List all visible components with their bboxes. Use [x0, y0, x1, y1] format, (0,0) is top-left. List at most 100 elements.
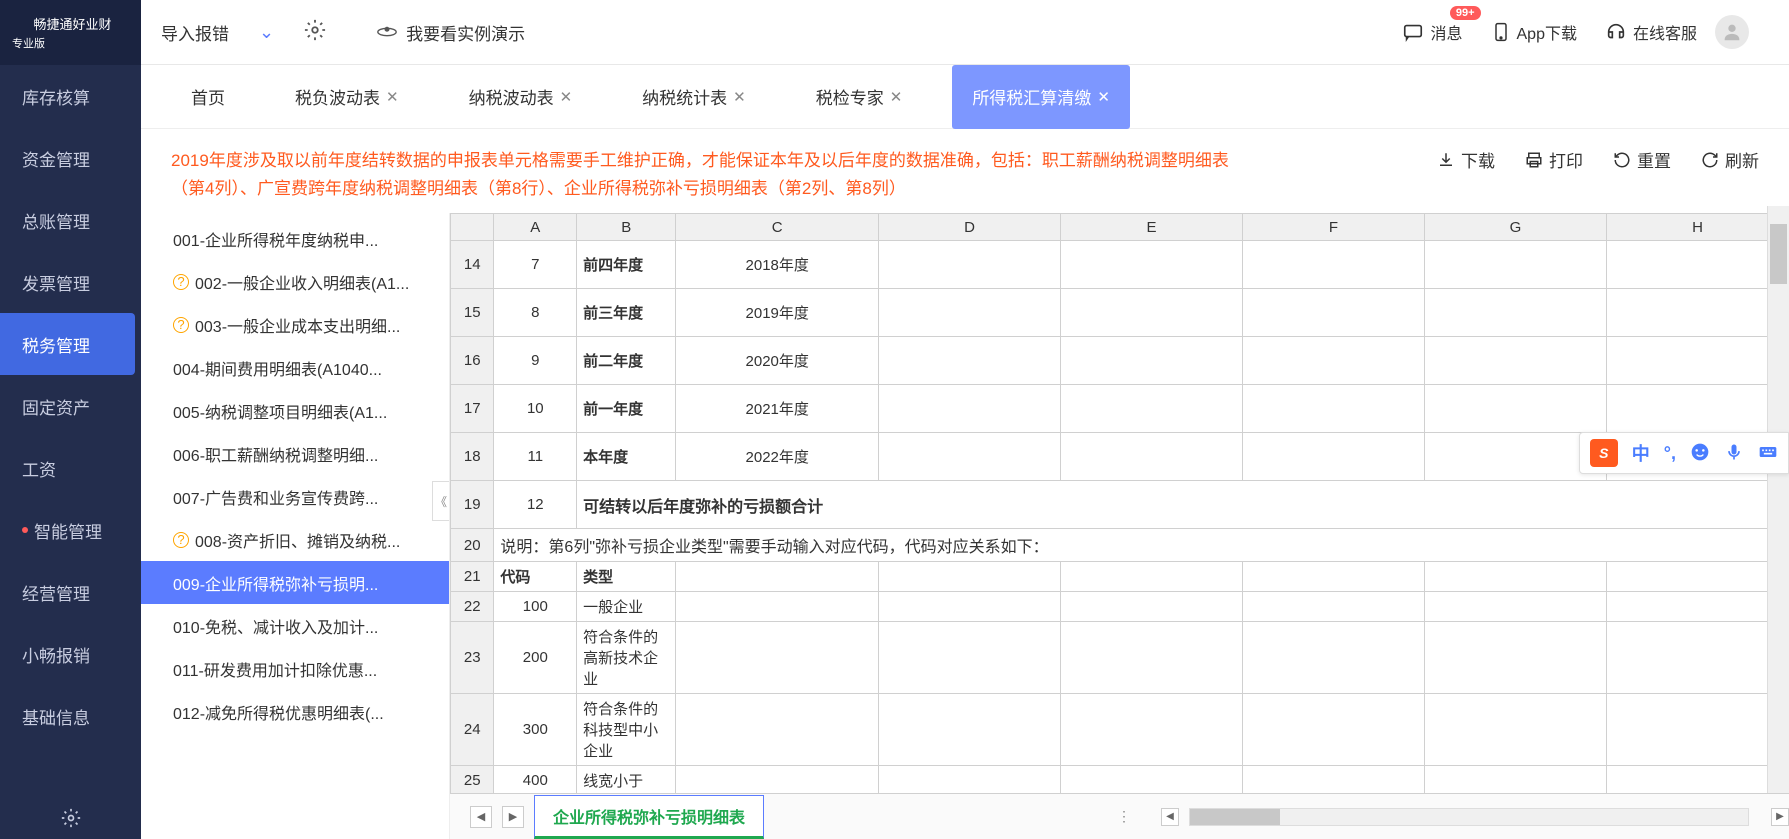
hscroll-left[interactable]: ◀ — [1161, 808, 1179, 826]
grid-cell[interactable]: 9 — [494, 337, 577, 385]
print-button[interactable]: 打印 — [1525, 147, 1583, 172]
grid-cell[interactable] — [1243, 337, 1425, 385]
hscroll-right[interactable]: ▶ — [1771, 808, 1789, 826]
report-item-2[interactable]: ?003-一般企业成本支出明细... — [141, 303, 449, 346]
grid-cell[interactable] — [879, 622, 1061, 694]
close-icon[interactable]: ✕ — [890, 88, 903, 106]
grid-cell[interactable]: 前三年度 — [577, 289, 676, 337]
ime-lang[interactable]: 中 — [1632, 440, 1650, 466]
close-icon[interactable]: ✕ — [560, 88, 573, 106]
grid-cell[interactable] — [1061, 766, 1243, 794]
report-item-6[interactable]: 007-广告费和业务宣传费跨... — [141, 475, 449, 518]
tab-4[interactable]: 税检专家✕ — [796, 75, 923, 119]
report-item-9[interactable]: 010-免税、减计收入及加计... — [141, 604, 449, 647]
download-button[interactable]: 下载 — [1437, 147, 1495, 172]
row-header[interactable]: 18 — [451, 433, 494, 481]
row-header[interactable]: 17 — [451, 385, 494, 433]
grid-cell[interactable] — [676, 694, 879, 766]
close-icon[interactable]: ✕ — [386, 88, 399, 106]
sidebar-item-5[interactable]: 固定资产 — [0, 375, 141, 437]
grid-cell[interactable]: 200 — [494, 622, 577, 694]
grid-cell[interactable] — [1061, 622, 1243, 694]
grid-cell[interactable] — [1243, 562, 1425, 592]
sheet-menu-icon[interactable]: ⋮ — [1117, 808, 1131, 825]
grid-cell[interactable] — [1606, 241, 1788, 289]
grid-cell[interactable]: 2022年度 — [676, 433, 879, 481]
grid-cell[interactable]: 符合条件的高新技术企业 — [577, 622, 676, 694]
grid-cell[interactable]: 2018年度 — [676, 241, 879, 289]
messages-button[interactable]: 消息 99+ — [1402, 20, 1462, 44]
grid-cell[interactable]: 8 — [494, 289, 577, 337]
row-header[interactable]: 22 — [451, 592, 494, 622]
grid-cell[interactable] — [879, 562, 1061, 592]
sidebar-item-0[interactable]: 库存核算 — [0, 65, 141, 127]
close-icon[interactable]: ✕ — [1097, 88, 1110, 106]
grid-cell[interactable] — [1606, 592, 1788, 622]
grid-cell[interactable] — [1606, 694, 1788, 766]
grid-cell[interactable] — [1061, 241, 1243, 289]
grid-cell[interactable] — [1061, 694, 1243, 766]
col-header-H[interactable]: H — [1606, 214, 1788, 241]
sidebar-item-8[interactable]: 经营管理 — [0, 561, 141, 623]
col-header-D[interactable]: D — [879, 214, 1061, 241]
hscroll-track[interactable] — [1189, 808, 1749, 826]
collapse-handle[interactable]: 《 — [432, 481, 450, 521]
col-header-G[interactable]: G — [1425, 214, 1607, 241]
col-header-B[interactable]: B — [577, 214, 676, 241]
grid-cell[interactable]: 11 — [494, 433, 577, 481]
grid-cell[interactable] — [1061, 592, 1243, 622]
report-item-4[interactable]: 005-纳税调整项目明细表(A1... — [141, 389, 449, 432]
grid-cell[interactable]: 线宽小于 — [577, 766, 676, 794]
import-label[interactable]: 导入报错 — [161, 20, 229, 45]
grid-cell[interactable]: 前二年度 — [577, 337, 676, 385]
report-item-3[interactable]: 004-期间费用明细表(A1040... — [141, 346, 449, 389]
grid-cell[interactable] — [1425, 562, 1607, 592]
tab-1[interactable]: 税负波动表✕ — [275, 75, 419, 119]
grid-cell[interactable]: 一般企业 — [577, 592, 676, 622]
grid-cell[interactable] — [1061, 433, 1243, 481]
grid-cell[interactable]: 300 — [494, 694, 577, 766]
grid-cell[interactable] — [1243, 433, 1425, 481]
reset-button[interactable]: 重置 — [1613, 147, 1671, 172]
grid-cell[interactable] — [676, 562, 879, 592]
col-header-A[interactable]: A — [494, 214, 577, 241]
ime-toolbar[interactable]: S 中 °, — [1579, 432, 1789, 474]
grid-cell[interactable] — [1243, 592, 1425, 622]
hscroll-thumb[interactable] — [1190, 809, 1280, 825]
grid-cell[interactable] — [1606, 766, 1788, 794]
grid-cell[interactable]: 符合条件的科技型中小企业 — [577, 694, 676, 766]
grid-corner[interactable] — [451, 214, 494, 241]
support-button[interactable]: 在线客服 — [1605, 20, 1697, 44]
grid-cell[interactable]: 前一年度 — [577, 385, 676, 433]
sheet-nav-prev[interactable]: ◀ — [470, 806, 492, 828]
avatar[interactable] — [1715, 15, 1749, 49]
grid-cell[interactable] — [1425, 592, 1607, 622]
grid-cell[interactable]: 本年度 — [577, 433, 676, 481]
ime-keyboard-icon[interactable] — [1758, 442, 1778, 465]
grid-cell[interactable] — [879, 385, 1061, 433]
sidebar-item-1[interactable]: 资金管理 — [0, 127, 141, 189]
report-item-10[interactable]: 011-研发费用加计扣除优惠... — [141, 647, 449, 690]
grid-cell[interactable]: 7 — [494, 241, 577, 289]
grid-cell[interactable] — [879, 337, 1061, 385]
row-header[interactable]: 25 — [451, 766, 494, 794]
grid-cell[interactable] — [1425, 694, 1607, 766]
grid-cell[interactable]: 12 — [494, 481, 577, 529]
sheet-nav-next[interactable]: ▶ — [502, 806, 524, 828]
grid-cell[interactable] — [1425, 622, 1607, 694]
row-header[interactable]: 19 — [451, 481, 494, 529]
grid-cell[interactable] — [1606, 337, 1788, 385]
grid-cell[interactable]: 类型 — [577, 562, 676, 592]
grid-cell[interactable] — [676, 592, 879, 622]
row-header[interactable]: 14 — [451, 241, 494, 289]
sidebar-item-6[interactable]: 工资 — [0, 437, 141, 499]
grid-cell[interactable] — [1425, 289, 1607, 337]
grid-cell[interactable] — [1061, 337, 1243, 385]
report-item-8[interactable]: 009-企业所得税弥补亏损明... — [141, 561, 449, 604]
col-header-F[interactable]: F — [1243, 214, 1425, 241]
ime-mic-icon[interactable] — [1724, 442, 1744, 465]
grid-cell[interactable] — [1606, 385, 1788, 433]
grid-cell[interactable]: 10 — [494, 385, 577, 433]
sheet-tab[interactable]: 企业所得税弥补亏损明细表 — [534, 795, 764, 839]
grid-cell[interactable]: 2019年度 — [676, 289, 879, 337]
